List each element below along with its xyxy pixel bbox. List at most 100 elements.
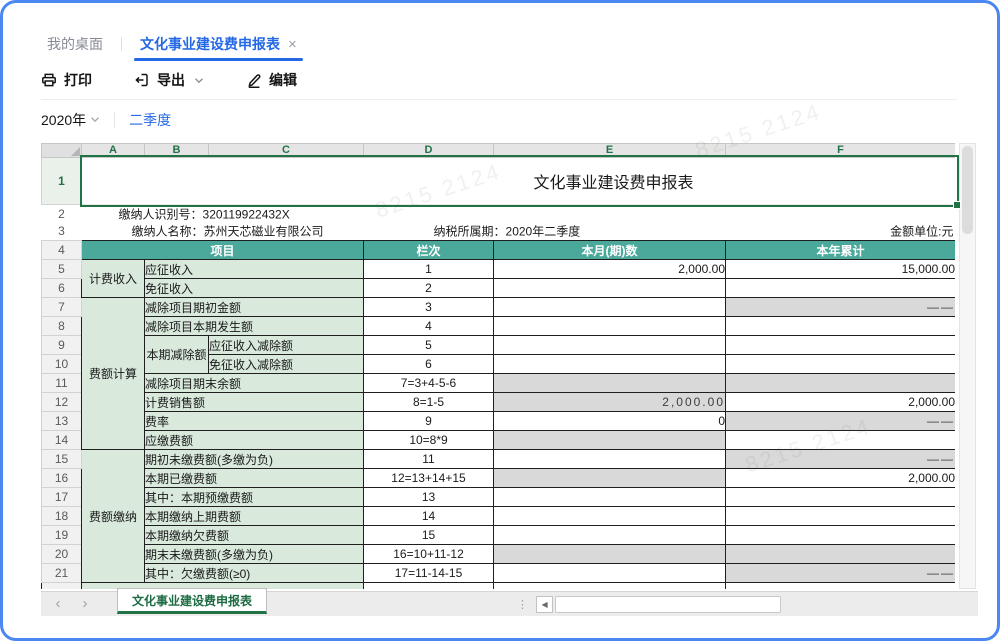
lanci-cell[interactable] bbox=[363, 582, 494, 589]
row-header-20[interactable]: 20 bbox=[41, 544, 82, 564]
item-label-cell[interactable]: 免征收入 bbox=[144, 278, 364, 298]
year-value-cell[interactable]: —— bbox=[725, 563, 955, 583]
lanci-cell[interactable]: 10=8*9 bbox=[363, 430, 494, 450]
column-header-A[interactable]: A bbox=[81, 143, 145, 158]
item-label-cell[interactable]: 减除项目本期发生额 bbox=[144, 316, 364, 336]
sheet-prev-button[interactable]: ‹ bbox=[41, 593, 75, 615]
row-header-8[interactable]: 8 bbox=[41, 316, 82, 336]
item-label-cell[interactable]: 本期缴纳欠费额 bbox=[144, 525, 364, 545]
group-cell[interactable]: 计费收入 bbox=[81, 259, 145, 298]
row-header-3[interactable]: 3 bbox=[41, 222, 82, 241]
row-header-18[interactable]: 18 bbox=[41, 506, 82, 526]
item-label-cell[interactable]: 本期已缴费额 bbox=[144, 468, 364, 488]
year-value-cell[interactable] bbox=[725, 430, 955, 450]
month-value-cell[interactable] bbox=[493, 468, 726, 488]
close-icon[interactable]: × bbox=[288, 36, 297, 53]
row-header-16[interactable]: 16 bbox=[41, 468, 82, 488]
row-header-14[interactable]: 14 bbox=[41, 430, 82, 450]
item-label-cell[interactable]: 减除项目期初金额 bbox=[144, 297, 364, 317]
month-value-cell[interactable]: 0 bbox=[493, 411, 726, 431]
column-header-C[interactable]: C bbox=[208, 143, 364, 158]
item-label-cell[interactable]: 费率 bbox=[144, 411, 364, 431]
item-label-cell[interactable]: 免征收入减除额 bbox=[208, 354, 364, 374]
form-title-cell[interactable]: 文化事业建设费申报表 bbox=[81, 157, 955, 205]
lanci-cell[interactable]: 15 bbox=[363, 525, 494, 545]
year-value-cell[interactable] bbox=[725, 487, 955, 507]
group-cell[interactable]: 费额缴纳 bbox=[81, 449, 145, 583]
item-label-cell[interactable]: 计费销售额 bbox=[144, 392, 364, 412]
lanci-cell[interactable]: 17=11-14-15 bbox=[363, 563, 494, 583]
row-header-2[interactable]: 2 bbox=[41, 204, 82, 223]
lanci-cell[interactable]: 16=10+11-12 bbox=[363, 544, 494, 564]
sheet-next-button[interactable]: › bbox=[75, 593, 95, 615]
vertical-scrollbar-thumb[interactable] bbox=[962, 146, 973, 234]
month-value-cell[interactable] bbox=[493, 525, 726, 545]
row-header-6[interactable]: 6 bbox=[41, 278, 82, 298]
lanci-cell[interactable]: 4 bbox=[363, 316, 494, 336]
row-header-7[interactable]: 7 bbox=[41, 297, 82, 317]
year-value-cell[interactable] bbox=[725, 278, 955, 298]
lanci-cell[interactable]: 5 bbox=[363, 335, 494, 355]
month-value-cell[interactable] bbox=[493, 582, 726, 589]
lanci-cell[interactable]: 3 bbox=[363, 297, 494, 317]
year-value-cell[interactable] bbox=[725, 373, 955, 393]
month-value-cell[interactable] bbox=[493, 544, 726, 564]
month-value-cell[interactable] bbox=[493, 316, 726, 336]
month-value-cell[interactable]: 2,000.00 bbox=[493, 259, 726, 279]
tab-declaration-form[interactable]: 文化事业建设费申报表 × bbox=[122, 29, 303, 61]
row-header-4[interactable]: 4 bbox=[41, 240, 82, 260]
lanci-cell[interactable]: 2 bbox=[363, 278, 494, 298]
year-value-cell[interactable]: —— bbox=[725, 449, 955, 469]
row-header-1[interactable]: 1 bbox=[41, 157, 82, 205]
year-value-cell[interactable]: —— bbox=[725, 297, 955, 317]
quarter-link[interactable]: 二季度 bbox=[129, 110, 171, 130]
lanci-cell[interactable]: 1 bbox=[363, 259, 494, 279]
item-label-cell[interactable]: 期末未缴费额(多缴为负) bbox=[144, 544, 364, 564]
item-label-cell[interactable]: 减除项目期末余额 bbox=[144, 373, 364, 393]
export-button[interactable]: 导出 bbox=[134, 70, 204, 90]
year-value-cell[interactable] bbox=[725, 582, 955, 589]
lanci-cell[interactable]: 13 bbox=[363, 487, 494, 507]
row-header-17[interactable]: 17 bbox=[41, 487, 82, 507]
group-cell[interactable]: 费额计算 bbox=[81, 297, 145, 450]
lanci-cell[interactable]: 9 bbox=[363, 411, 494, 431]
month-value-cell[interactable] bbox=[493, 487, 726, 507]
row-header-12[interactable]: 12 bbox=[41, 392, 82, 412]
row-header-15[interactable]: 15 bbox=[41, 449, 82, 469]
vertical-scrollbar[interactable] bbox=[959, 143, 976, 589]
item-label-cell[interactable]: 应征收入 bbox=[144, 259, 364, 279]
horizontal-scrollbar[interactable] bbox=[555, 595, 782, 613]
month-value-cell[interactable] bbox=[493, 278, 726, 298]
row-header-10[interactable]: 10 bbox=[41, 354, 82, 374]
month-value-cell[interactable] bbox=[493, 506, 726, 526]
column-header-D[interactable]: D bbox=[363, 143, 494, 158]
row-header-9[interactable]: 9 bbox=[41, 335, 82, 355]
column-header-F[interactable]: F bbox=[725, 143, 955, 158]
taxpayer-id-cell[interactable]: 缴纳人识别号：320119922432X bbox=[81, 204, 955, 223]
lanci-cell[interactable]: 8=1-5 bbox=[363, 392, 494, 412]
month-value-cell[interactable]: 2,000.00 bbox=[493, 392, 726, 412]
month-value-cell[interactable] bbox=[493, 430, 726, 450]
row-header-19[interactable]: 19 bbox=[41, 525, 82, 545]
lanci-cell[interactable]: 6 bbox=[363, 354, 494, 374]
column-header-E[interactable]: E bbox=[493, 143, 726, 158]
year-value-cell[interactable]: 2,000.00 bbox=[725, 392, 955, 412]
edit-button[interactable]: 编辑 bbox=[246, 70, 297, 90]
row-header-13[interactable]: 13 bbox=[41, 411, 82, 431]
year-value-cell[interactable] bbox=[725, 316, 955, 336]
lanci-cell[interactable]: 12=13+14+15 bbox=[363, 468, 494, 488]
column-header-B[interactable]: B bbox=[144, 143, 209, 158]
year-value-cell[interactable] bbox=[725, 525, 955, 545]
row-header-5[interactable]: 5 bbox=[41, 259, 82, 279]
month-value-cell[interactable] bbox=[493, 373, 726, 393]
print-button[interactable]: 打印 bbox=[41, 70, 92, 90]
item-label-cell[interactable]: 应征收入减除额 bbox=[208, 335, 364, 355]
lanci-cell[interactable]: 11 bbox=[363, 449, 494, 469]
taxpayer-name-cell[interactable]: 缴纳人名称：苏州天芯磁业有限公司 纳税所属期：2020年二季度 金额单位:元 bbox=[81, 222, 955, 241]
month-value-cell[interactable] bbox=[493, 335, 726, 355]
item-label-cell[interactable]: 其中：欠缴费额(≥0) bbox=[144, 563, 364, 583]
year-value-cell[interactable] bbox=[725, 544, 955, 564]
item-label-cell[interactable]: 期初未缴费额(多缴为负) bbox=[144, 449, 364, 469]
item-label-cell[interactable]: 应缴费额 bbox=[144, 430, 364, 450]
year-value-cell[interactable]: 15,000.00 bbox=[725, 259, 955, 279]
